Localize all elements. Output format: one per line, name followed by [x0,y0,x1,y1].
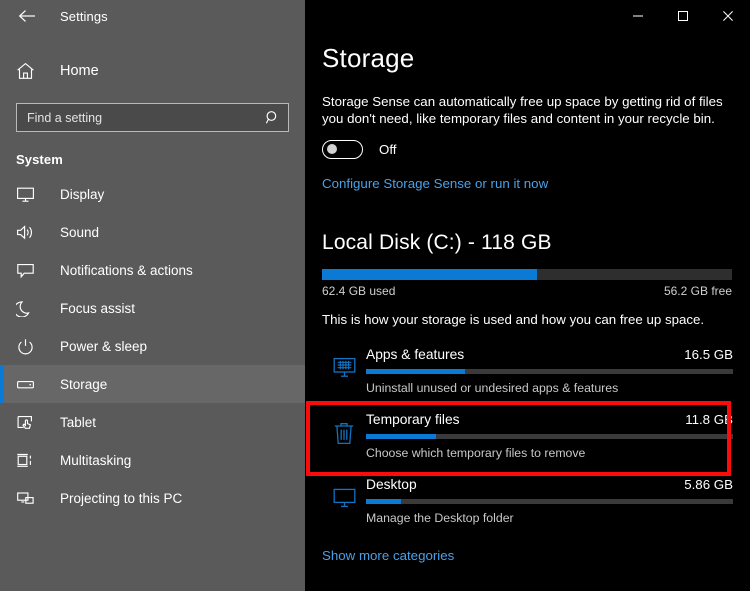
category-subtitle: Uninstall unused or undesired apps & fea… [366,380,619,395]
storage-sense-toggle-row: Off [322,139,732,159]
power-icon [16,338,46,355]
category-body: Desktop 5.86 GB Manage the Desktop folde… [366,477,735,525]
sidebar-item-power-sleep[interactable]: Power & sleep [0,327,305,365]
sidebar-item-notifications-label: Notifications & actions [60,262,193,278]
category-name: Temporary files [366,411,460,427]
monitor-icon [16,186,46,203]
category-usage-fill [366,368,466,374]
app-title: Settings [60,8,108,24]
apps-monitor-icon [322,347,366,379]
maximize-button[interactable] [660,0,705,32]
projecting-icon [16,490,46,507]
moon-icon [16,300,46,317]
sidebar-item-storage-label: Storage [60,376,108,392]
sidebar-item-display[interactable]: Display [0,175,305,213]
category-header: Desktop 5.86 GB [366,477,733,492]
sidebar-item-multitasking-label: Multitasking [60,452,132,468]
back-arrow-icon[interactable] [10,2,44,30]
sidebar: Settings Home System [0,0,305,591]
home-icon [16,62,46,80]
speaker-icon [16,224,46,241]
sidebar-item-storage[interactable]: Storage [0,365,305,403]
search-input[interactable] [27,110,265,125]
storage-sense-toggle-state: Off [379,141,397,157]
category-header: Apps & features 16.5 GB [366,347,733,362]
sidebar-item-display-label: Display [60,186,105,202]
disk-usage-fill [322,268,538,280]
disk-usage-bar [322,268,732,280]
sidebar-item-focus-assist[interactable]: Focus assist [0,289,305,327]
configure-storage-sense-link[interactable]: Configure Storage Sense or run it now [322,176,548,191]
category-usage-fill [366,498,401,504]
sidebar-titlebar: Settings [0,0,305,32]
category-row-temporary-files[interactable]: Temporary files 11.8 GB Choose which tem… [322,406,735,471]
sidebar-item-tablet-label: Tablet [60,414,97,430]
sidebar-item-notifications[interactable]: Notifications & actions [0,251,305,289]
disk-usage-legend: 62.4 GB used 56.2 GB free [322,284,732,298]
search-icon[interactable] [265,110,280,125]
category-row-apps-features[interactable]: Apps & features 16.5 GB Uninstall unused… [322,341,735,406]
sidebar-item-projecting[interactable]: Projecting to this PC [0,479,305,517]
disk-description: This is how your storage is used and how… [322,311,705,327]
toggle-knob [327,144,337,155]
sidebar-item-tablet[interactable]: Tablet [0,403,305,441]
notification-icon [16,262,46,279]
category-name: Desktop [366,476,417,492]
main-pane: Storage Storage Sense can automatically … [305,0,750,591]
disk-used-label: 62.4 GB used [322,283,396,298]
sidebar-item-home-label: Home [60,63,99,79]
sidebar-item-sound-label: Sound [60,224,100,240]
category-name: Apps & features [366,346,465,362]
sidebar-group-title: System [16,152,63,167]
sidebar-item-sound[interactable]: Sound [0,213,305,251]
sidebar-item-power-sleep-label: Power & sleep [60,338,148,354]
local-disk-title: Local Disk (C:) - 118 GB [322,230,552,254]
category-subtitle: Manage the Desktop folder [366,510,514,525]
sidebar-item-focus-assist-label: Focus assist [60,300,136,316]
monitor-icon [322,477,366,509]
category-size: 16.5 GB [684,346,733,362]
category-body: Temporary files 11.8 GB Choose which tem… [366,412,735,460]
show-more-categories-link[interactable]: Show more categories [322,548,454,563]
storage-sense-toggle[interactable] [322,139,363,159]
category-header: Temporary files 11.8 GB [366,412,733,427]
sidebar-item-projecting-label: Projecting to this PC [60,490,183,506]
trash-icon [322,412,366,446]
storage-sense-description: Storage Sense can automatically free up … [322,93,723,127]
tablet-icon [16,414,46,431]
search-box[interactable] [16,103,289,132]
category-usage-bar [366,368,733,374]
category-usage-bar [366,498,733,504]
category-size: 5.86 GB [684,476,733,492]
category-size: 11.8 GB [685,411,733,427]
category-subtitle: Choose which temporary files to remove [366,445,586,460]
category-usage-fill [366,433,436,439]
settings-window: Settings Home System [0,0,750,591]
storage-category-list: Apps & features 16.5 GB Uninstall unused… [322,341,735,536]
drive-icon [16,376,46,393]
sidebar-item-multitasking[interactable]: Multitasking [0,441,305,479]
page-title: Storage [322,43,415,73]
category-usage-bar [366,433,733,439]
sidebar-nav-list: Display Sound Notifications & actions Fo… [0,175,305,517]
window-controls [615,0,750,32]
category-row-desktop[interactable]: Desktop 5.86 GB Manage the Desktop folde… [322,471,735,536]
minimize-button[interactable] [615,0,660,32]
sidebar-item-home[interactable]: Home [0,51,305,91]
multitasking-icon [16,452,46,469]
disk-free-label: 56.2 GB free [663,283,732,298]
close-button[interactable] [705,0,750,32]
category-body: Apps & features 16.5 GB Uninstall unused… [366,347,735,395]
